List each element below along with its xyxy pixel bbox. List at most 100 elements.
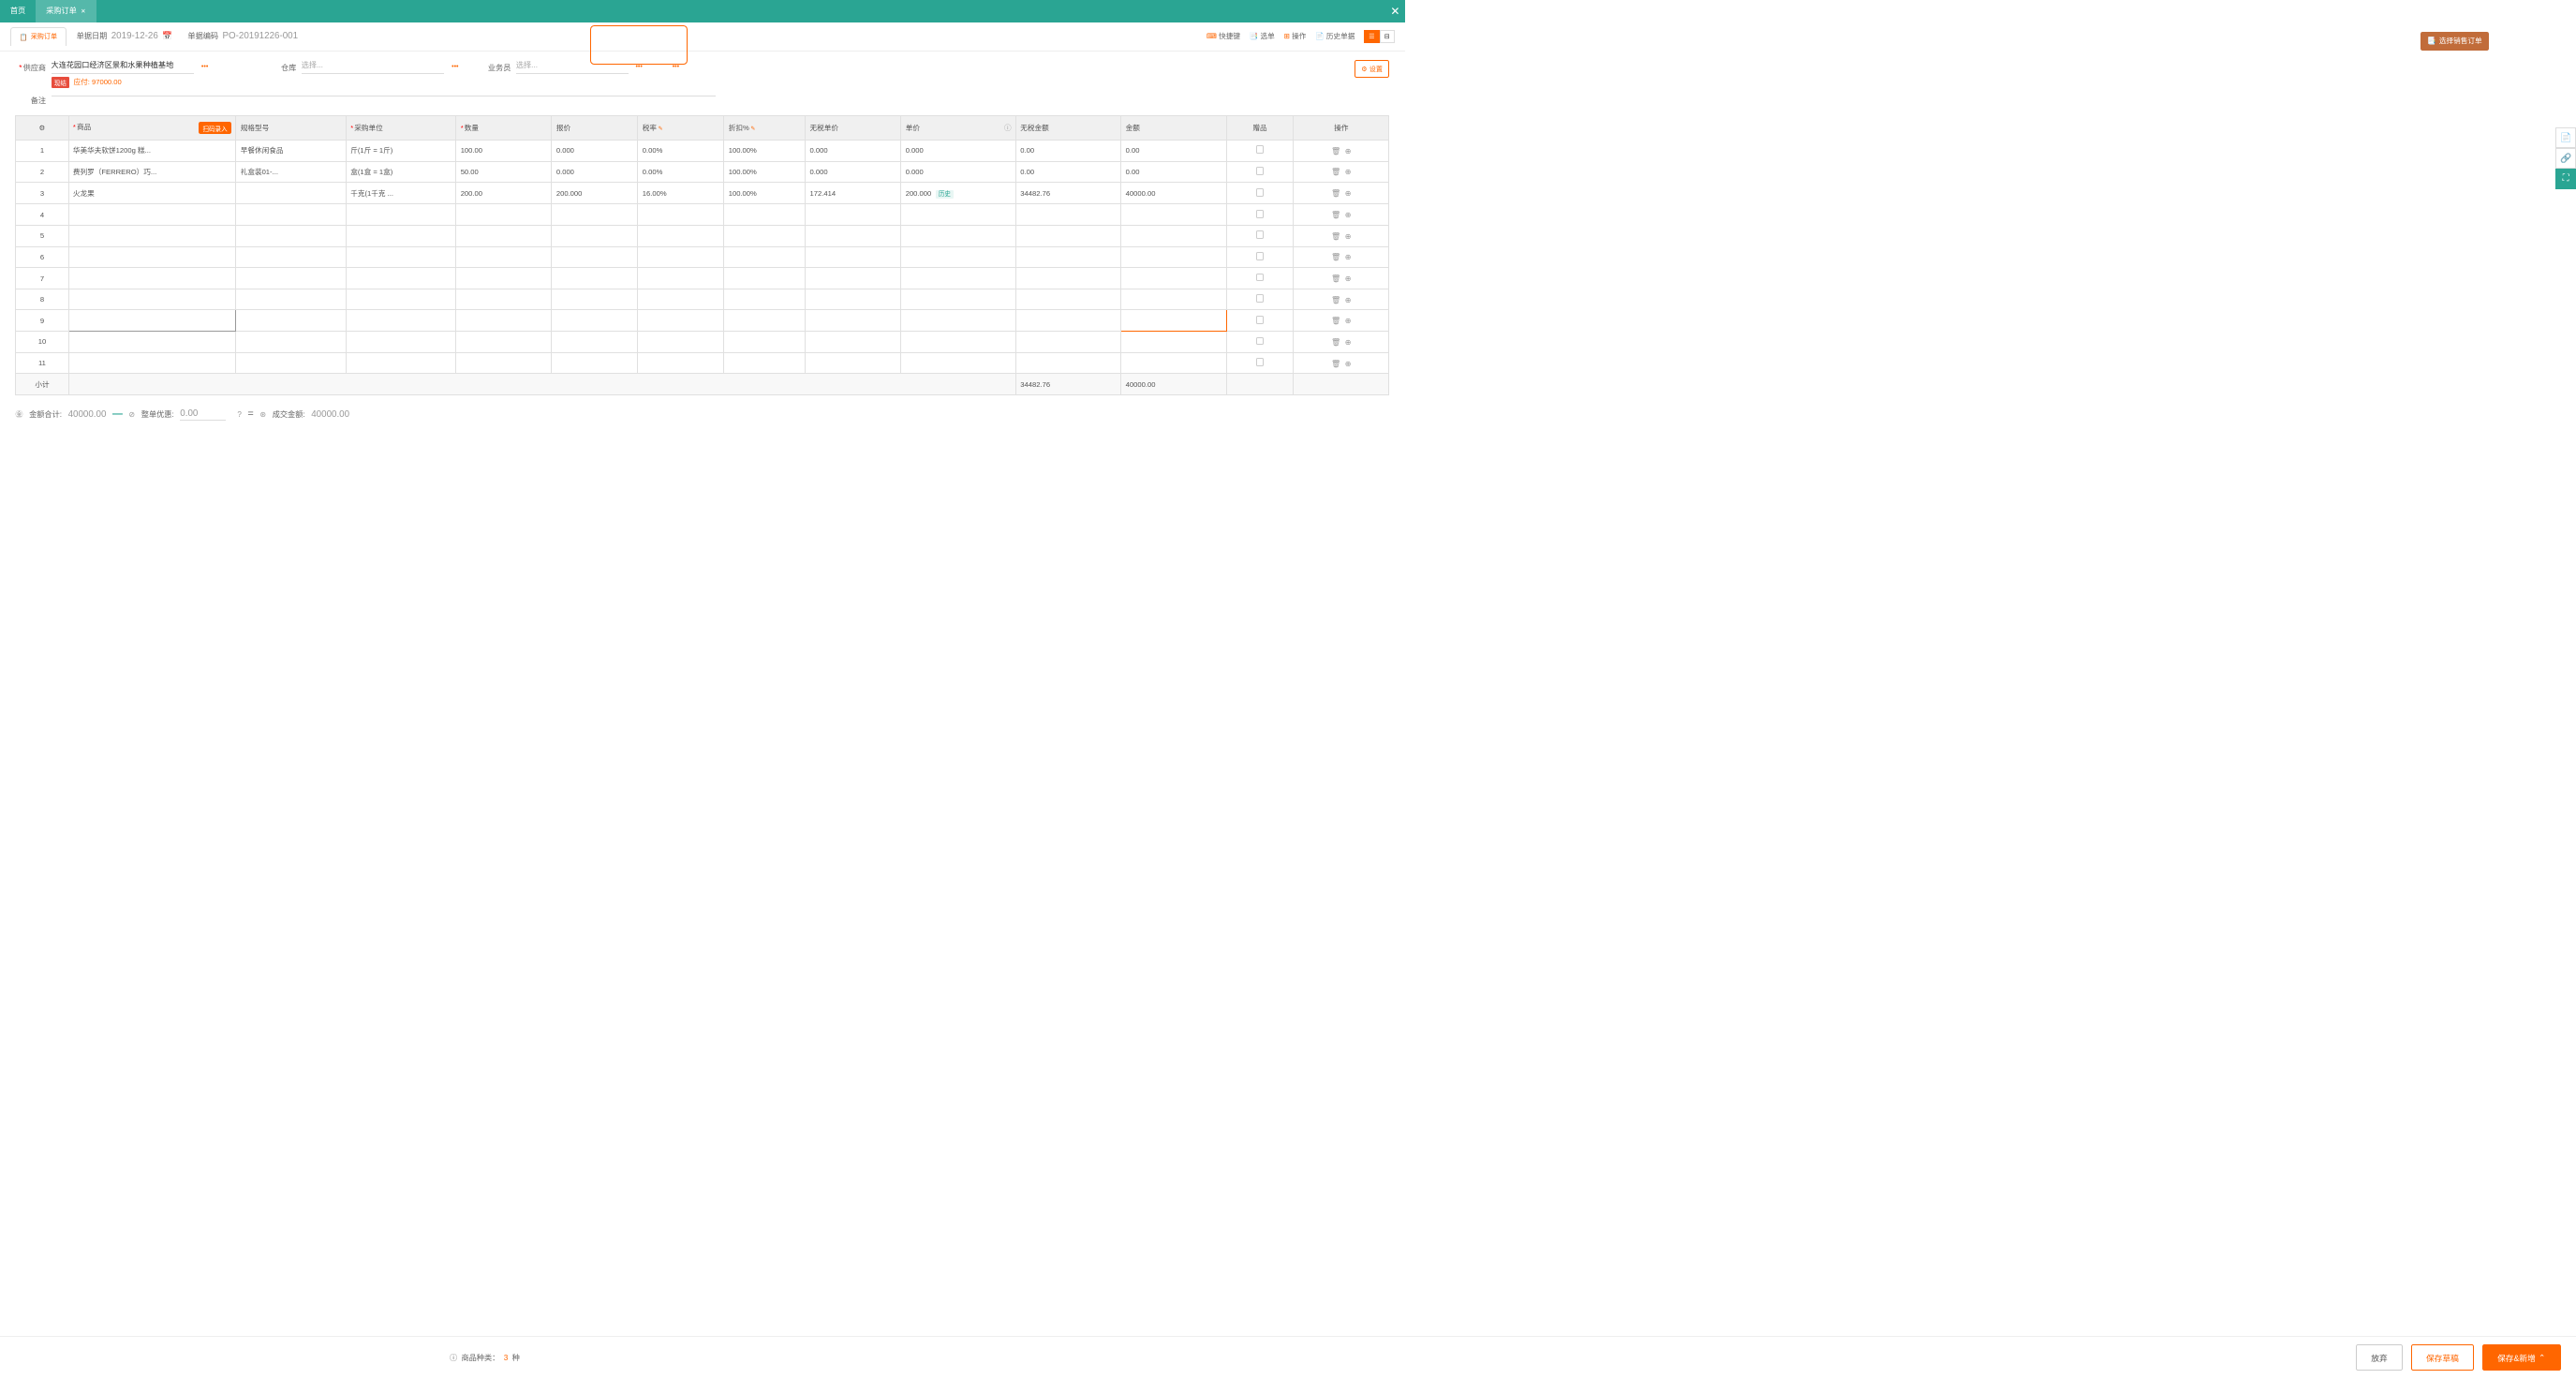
cell-discount[interactable]: 100.00% — [724, 183, 806, 204]
scan-button[interactable]: 扫码录入 — [199, 122, 231, 134]
select-sales-order-button[interactable]: 📑 选择销售订单 — [2421, 32, 2490, 51]
cell-discount[interactable] — [724, 352, 806, 374]
cell-product[interactable] — [68, 246, 236, 268]
cell-spec[interactable] — [236, 289, 347, 310]
cell-spec[interactable] — [236, 310, 347, 332]
cell-qty[interactable] — [456, 246, 552, 268]
cell-spec[interactable] — [236, 183, 347, 204]
cell-discount[interactable] — [724, 310, 806, 332]
cell-quote[interactable]: 200.000 — [552, 183, 638, 204]
delete-row-icon[interactable]: 🗑 — [1331, 274, 1340, 283]
cell-unit[interactable] — [346, 310, 456, 332]
tab-home[interactable]: 首页 — [0, 0, 36, 22]
settings-button[interactable]: ⚙ 设置 — [1355, 60, 1390, 78]
cell-discount[interactable] — [724, 246, 806, 268]
cell-notax-amt[interactable]: 0.00 — [1015, 140, 1120, 161]
delete-row-icon[interactable]: 🗑 — [1331, 296, 1340, 304]
cell-tax[interactable] — [638, 246, 724, 268]
add-row-icon[interactable]: ⊕ — [1345, 338, 1352, 347]
cell-amount[interactable] — [1121, 332, 1226, 353]
cell-qty[interactable] — [456, 225, 552, 246]
ops-action[interactable]: ⊞操作 — [1284, 31, 1307, 41]
cell-qty[interactable] — [456, 352, 552, 374]
cell-notax-price[interactable]: 0.000 — [806, 140, 901, 161]
expand-sidebar-button[interactable]: ⛶ — [2555, 169, 2576, 189]
cell-tax[interactable] — [638, 268, 724, 289]
delete-row-icon[interactable]: 🗑 — [1331, 253, 1340, 261]
cell-notax-price[interactable] — [806, 310, 901, 332]
cell-qty[interactable] — [456, 310, 552, 332]
cell-discount[interactable] — [724, 332, 806, 353]
cell-unit[interactable] — [346, 246, 456, 268]
cell-price[interactable] — [901, 225, 1016, 246]
help-icon[interactable]: ⓘ — [1004, 123, 1012, 133]
save-new-button[interactable]: 保存&新增 ⌃ — [2482, 1344, 2561, 1371]
history-action[interactable]: 📄历史单据 — [1315, 31, 1355, 41]
cell-spec[interactable]: 礼盒装01-... — [236, 161, 347, 183]
cell-notax-amt[interactable] — [1015, 268, 1120, 289]
cell-product[interactable] — [68, 352, 236, 374]
cell-notax-amt[interactable] — [1015, 332, 1120, 353]
cell-quote[interactable] — [552, 246, 638, 268]
help-icon[interactable]: ? — [237, 410, 242, 419]
cell-spec[interactable]: 早餐休闲食品 — [236, 140, 347, 161]
cell-product[interactable] — [68, 268, 236, 289]
cell-discount[interactable] — [724, 268, 806, 289]
cell-spec[interactable] — [236, 246, 347, 268]
cell-tax[interactable] — [638, 289, 724, 310]
sales-input[interactable]: 选择... — [516, 60, 629, 73]
cell-amount[interactable] — [1121, 268, 1226, 289]
cell-notax-price[interactable] — [806, 204, 901, 226]
cell-quote[interactable] — [552, 289, 638, 310]
doc-type-tab[interactable]: 📋 采购订单 — [10, 27, 67, 46]
shortcut-action[interactable]: ⌨快捷键 — [1207, 31, 1240, 41]
cell-product[interactable] — [68, 204, 236, 226]
cell-amount[interactable] — [1121, 204, 1226, 226]
cell-discount[interactable] — [724, 289, 806, 310]
add-row-icon[interactable]: ⊕ — [1345, 211, 1352, 219]
cell-product[interactable] — [68, 310, 236, 332]
cell-notax-price[interactable]: 0.000 — [806, 161, 901, 183]
cell-amount[interactable] — [1121, 246, 1226, 268]
cell-notax-amt[interactable] — [1015, 289, 1120, 310]
cell-unit[interactable] — [346, 289, 456, 310]
cell-price[interactable]: 0.000 — [901, 140, 1016, 161]
cell-qty[interactable]: 100.00 — [456, 140, 552, 161]
delete-row-icon[interactable]: 🗑 — [1331, 147, 1340, 156]
cell-unit[interactable]: 千克(1千克 ... — [346, 183, 456, 204]
cell-amount[interactable]: 0.00 — [1121, 161, 1226, 183]
cell-discount[interactable] — [724, 225, 806, 246]
tab-po[interactable]: 采购订单 ✕ — [36, 0, 96, 22]
cell-qty[interactable] — [456, 332, 552, 353]
cell-product[interactable] — [68, 289, 236, 310]
delete-row-icon[interactable]: 🗑 — [1331, 189, 1340, 198]
delete-row-icon[interactable]: 🗑 — [1331, 211, 1340, 219]
cell-notax-price[interactable] — [806, 332, 901, 353]
cell-notax-price[interactable] — [806, 289, 901, 310]
cell-notax-price[interactable] — [806, 246, 901, 268]
cell-notax-price[interactable] — [806, 268, 901, 289]
cell-tax[interactable]: 0.00% — [638, 140, 724, 161]
remark-input[interactable] — [52, 93, 716, 96]
cell-spec[interactable] — [236, 225, 347, 246]
delete-row-icon[interactable]: 🗑 — [1331, 360, 1340, 368]
gift-checkbox[interactable] — [1256, 252, 1265, 260]
cell-qty[interactable]: 200.00 — [456, 183, 552, 204]
cell-tax[interactable] — [638, 352, 724, 374]
cell-discount[interactable]: 100.00% — [724, 140, 806, 161]
cell-price[interactable] — [901, 204, 1016, 226]
cell-price[interactable]: 200.000 历史 — [901, 183, 1016, 204]
gift-checkbox[interactable] — [1256, 230, 1265, 239]
gift-checkbox[interactable] — [1256, 294, 1265, 303]
grid-view-button[interactable]: ⊟ — [1380, 30, 1395, 43]
cell-unit[interactable]: 盒(1盒 = 1盒) — [346, 161, 456, 183]
cell-unit[interactable]: 斤(1斤 = 1斤) — [346, 140, 456, 161]
supplier-input[interactable]: 大连花园口经济区景和水果种植基地 — [52, 60, 195, 73]
calendar-icon[interactable]: 📅 — [162, 31, 172, 41]
close-icon[interactable]: ✕ — [81, 7, 85, 15]
save-draft-button[interactable]: 保存草稿 — [2411, 1344, 2474, 1371]
window-close-icon[interactable]: ✕ — [1390, 5, 1399, 18]
cell-spec[interactable] — [236, 268, 347, 289]
cell-qty[interactable]: 50.00 — [456, 161, 552, 183]
cell-amount[interactable] — [1121, 352, 1226, 374]
